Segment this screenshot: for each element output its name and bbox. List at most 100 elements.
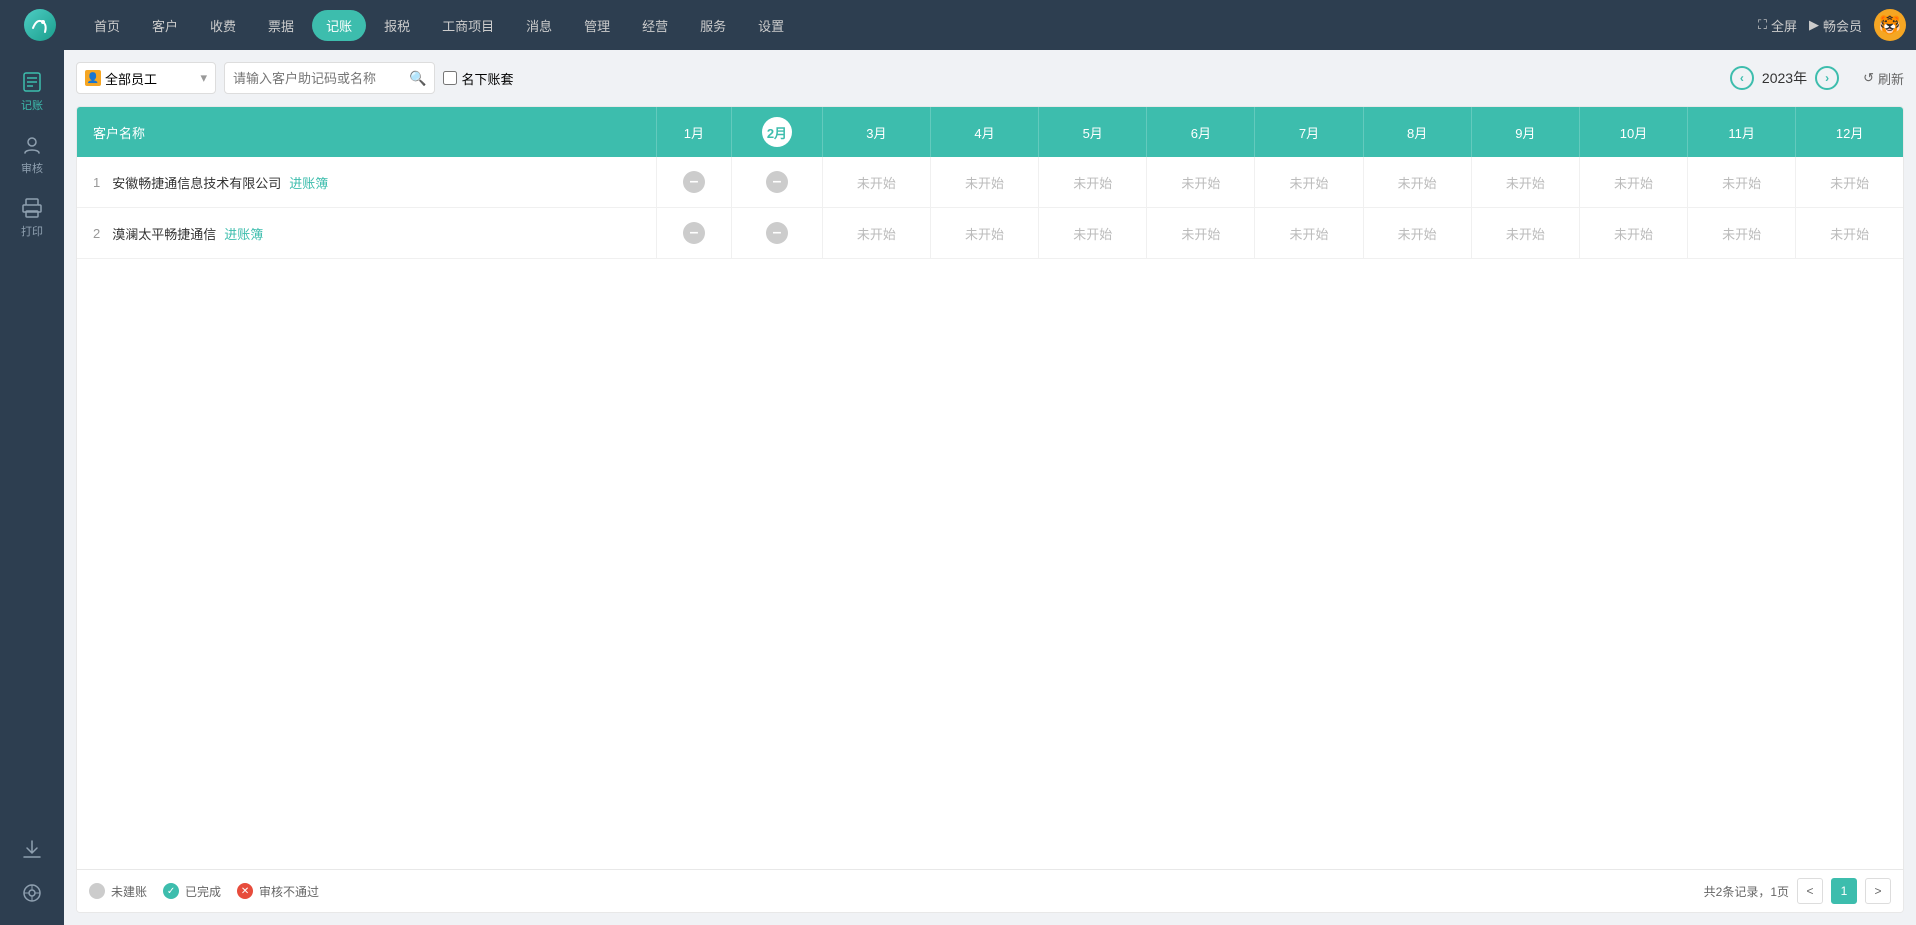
status-indicator: – <box>683 171 705 193</box>
legend-not-created-label: 未建账 <box>111 883 147 900</box>
my-accounts-label: 名下账套 <box>461 69 513 88</box>
row1-aug: 未开始 <box>1363 157 1471 208</box>
bookkeeping-icon <box>20 70 44 94</box>
nav-invoice[interactable]: 票据 <box>254 10 308 41</box>
vip-button[interactable]: ▶ 畅会员 <box>1809 16 1862 35</box>
client-name-text: 安徽畅捷通信息技术有限公司 <box>112 173 281 192</box>
row1-feb: – <box>732 157 823 208</box>
table-row: 2 漠澜太平畅捷通信 进账簿 – – 未开始 未开始 未开始 未开始 <box>77 208 1903 259</box>
user-avatar[interactable]: 🐯 <box>1874 9 1906 41</box>
nav-bookkeeping[interactable]: 记账 <box>312 10 366 41</box>
col-header-apr: 4月 <box>930 107 1038 157</box>
row-number: 1 <box>93 175 100 190</box>
nav-service[interactable]: 服务 <box>686 10 740 41</box>
legend-not-created: 未建账 <box>89 883 147 900</box>
not-started-label: 未开始 <box>1506 227 1545 242</box>
year-next-button[interactable]: › <box>1815 66 1839 90</box>
sidebar-item-download[interactable] <box>0 827 64 871</box>
client-name-cell: 2 漠澜太平畅捷通信 进账簿 <box>77 208 656 259</box>
vip-label: 畅会员 <box>1823 16 1862 35</box>
audit-icon <box>20 133 44 157</box>
not-started-label: 未开始 <box>1290 176 1329 191</box>
not-started-label: 未开始 <box>857 227 896 242</box>
nav-fee[interactable]: 收费 <box>196 10 250 41</box>
page-current-button[interactable]: 1 <box>1831 878 1857 904</box>
table-container: 客户名称 1月 2月 3月 4月 5月 6月 7月 8月 9月 <box>76 106 1904 913</box>
sidebar-item-print[interactable]: 打印 <box>0 186 64 249</box>
legend-completed: ✓ 已完成 <box>163 883 221 900</box>
not-started-label: 未开始 <box>1181 227 1220 242</box>
year-prev-button[interactable]: ‹ <box>1730 66 1754 90</box>
refresh-icon: ↺ <box>1863 70 1874 86</box>
nav-manage[interactable]: 管理 <box>570 10 624 41</box>
enter-ledger-link-1[interactable]: 进账簿 <box>289 173 328 192</box>
enter-ledger-link-2[interactable]: 进账簿 <box>224 224 263 243</box>
fullscreen-label: 全屏 <box>1771 16 1797 35</box>
nav-tax[interactable]: 报税 <box>370 10 424 41</box>
sidebar-item-support[interactable] <box>0 871 64 915</box>
current-month-indicator: 2月 <box>762 117 792 147</box>
top-navbar: 首页 客户 收费 票据 记账 报税 工商项目 消息 管理 经营 服务 设置 ⛶ … <box>0 0 1916 50</box>
status-indicator: – <box>683 222 705 244</box>
my-accounts-checkbox[interactable] <box>443 71 457 85</box>
row1-mar: 未开始 <box>822 157 930 208</box>
fullscreen-button[interactable]: ⛶ 全屏 <box>1758 16 1797 35</box>
page-next-button[interactable]: > <box>1865 878 1891 904</box>
legend-rejected: ✕ 审核不通过 <box>237 883 319 900</box>
table-row: 1 安徽畅捷通信息技术有限公司 进账簿 – – 未开始 未开始 未开始 未开始 <box>77 157 1903 208</box>
year-nav: ‹ 2023年 › <box>1730 66 1839 90</box>
not-started-label: 未开始 <box>1506 176 1545 191</box>
search-button[interactable]: 🔍 <box>409 70 426 87</box>
status-indicator: – <box>766 222 788 244</box>
row-number: 2 <box>93 226 100 241</box>
top-nav-right: ⛶ 全屏 ▶ 畅会员 🐯 <box>1758 9 1906 41</box>
my-accounts-checkbox-wrap[interactable]: 名下账套 <box>443 69 513 88</box>
sidebar-item-bookkeeping[interactable]: 记账 <box>0 60 64 123</box>
row1-jan: – <box>656 157 731 208</box>
vip-icon: ▶ <box>1809 17 1819 33</box>
app-logo <box>24 9 56 41</box>
employee-dropdown-icon: ▾ <box>200 70 207 86</box>
not-started-label: 未开始 <box>1614 176 1653 191</box>
nav-business[interactable]: 工商项目 <box>428 10 508 41</box>
not-started-label: 未开始 <box>1398 227 1437 242</box>
row2-may: 未开始 <box>1039 208 1147 259</box>
page-prev-button[interactable]: < <box>1797 878 1823 904</box>
row2-jun: 未开始 <box>1147 208 1255 259</box>
col-header-jan: 1月 <box>656 107 731 157</box>
employee-select[interactable]: 👤 全部员工 ▾ <box>76 62 216 94</box>
nav-home[interactable]: 首页 <box>80 10 134 41</box>
refresh-button[interactable]: ↺ 刷新 <box>1863 69 1904 88</box>
row2-jul: 未开始 <box>1255 208 1363 259</box>
sidebar-bottom <box>0 827 64 925</box>
employee-select-label: 全部员工 <box>105 69 157 88</box>
col-header-aug: 8月 <box>1363 107 1471 157</box>
col-header-feb: 2月 <box>732 107 823 157</box>
logo-area <box>10 9 70 41</box>
legend-dot-teal: ✓ <box>163 883 179 899</box>
nav-settings[interactable]: 设置 <box>744 10 798 41</box>
col-header-oct: 10月 <box>1579 107 1687 157</box>
col-header-mar: 3月 <box>822 107 930 157</box>
not-started-label: 未开始 <box>965 227 1004 242</box>
search-input[interactable] <box>233 71 409 86</box>
sidebar-audit-label: 审核 <box>21 160 43 176</box>
nav-client[interactable]: 客户 <box>138 10 192 41</box>
status-indicator: – <box>766 171 788 193</box>
col-header-name: 客户名称 <box>77 107 656 157</box>
not-started-label: 未开始 <box>857 176 896 191</box>
nav-operation[interactable]: 经营 <box>628 10 682 41</box>
not-started-label: 未开始 <box>1830 227 1869 242</box>
sidebar-item-audit[interactable]: 审核 <box>0 123 64 186</box>
search-wrap: 🔍 <box>224 62 435 94</box>
nav-message[interactable]: 消息 <box>512 10 566 41</box>
total-records-label: 共2条记录，1页 <box>1704 883 1789 900</box>
support-icon <box>20 881 44 905</box>
table-scroll[interactable]: 客户名称 1月 2月 3月 4月 5月 6月 7月 8月 9月 <box>77 107 1903 869</box>
row1-oct: 未开始 <box>1579 157 1687 208</box>
row2-feb: – <box>732 208 823 259</box>
sidebar: 记账 审核 打印 <box>0 50 64 925</box>
fullscreen-icon: ⛶ <box>1758 17 1767 33</box>
employee-icon: 👤 <box>85 70 101 86</box>
col-header-jun: 6月 <box>1147 107 1255 157</box>
